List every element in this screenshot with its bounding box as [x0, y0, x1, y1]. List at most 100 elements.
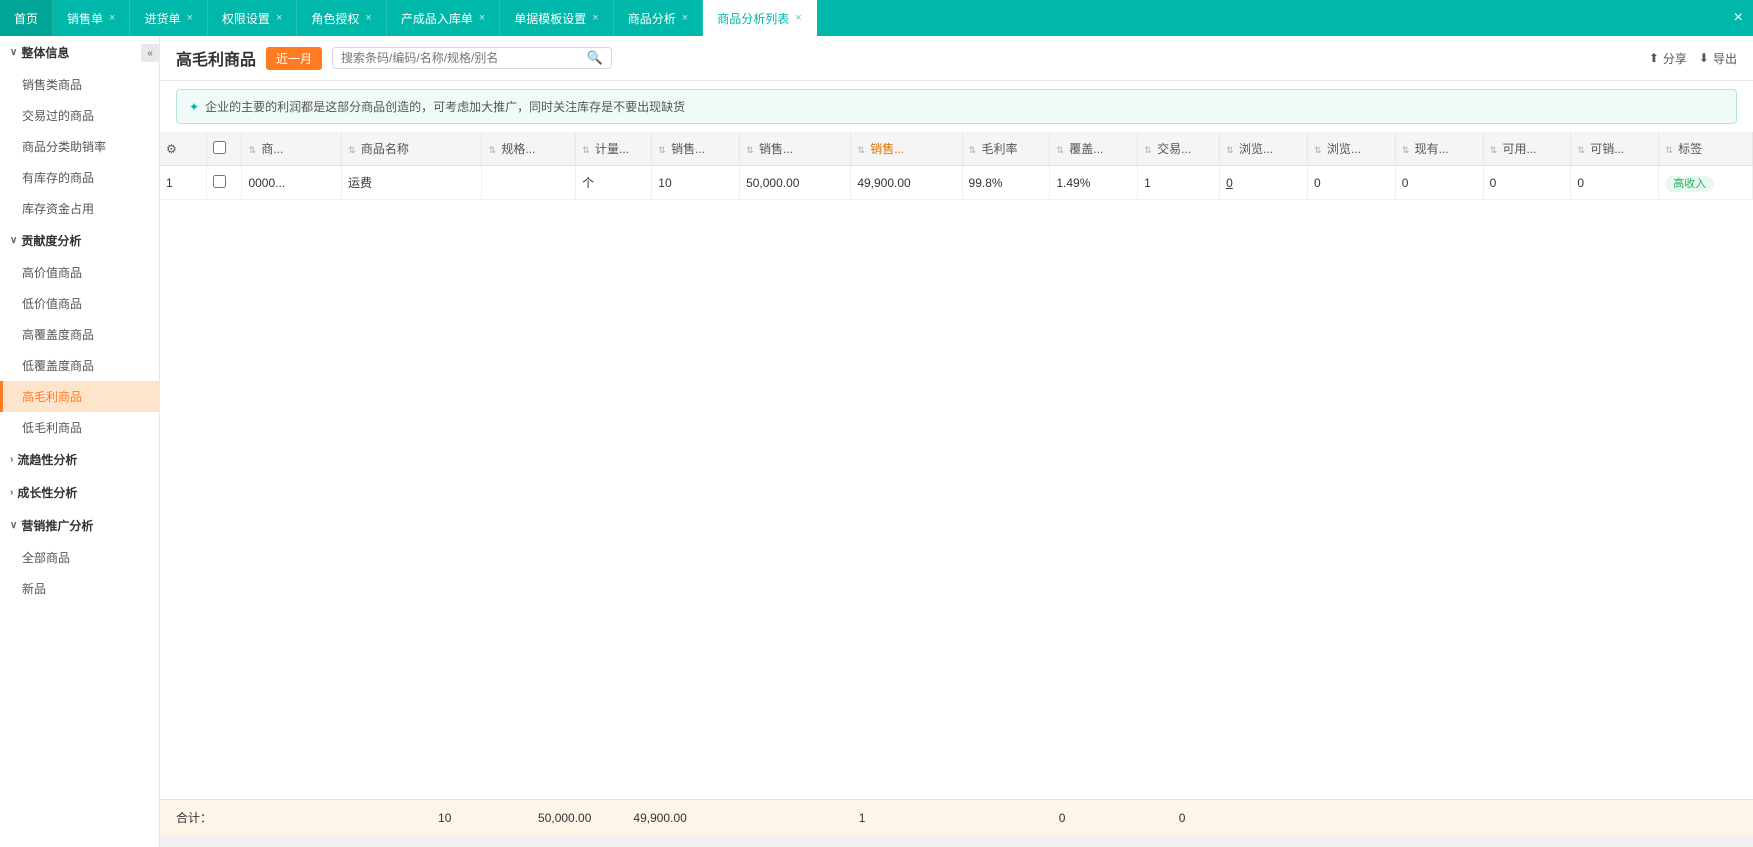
cell-browse1[interactable]: 0	[1220, 166, 1308, 200]
sidebar-group-overall[interactable]: ∨ 整体信息	[0, 36, 159, 69]
col-index: ⚙	[160, 132, 207, 166]
sort-icon: ⇅	[857, 145, 865, 155]
col-current-stock[interactable]: ⇅ 现有...	[1395, 132, 1483, 166]
cell-sales-amount: 50,000.00	[740, 166, 851, 200]
sort-icon: ⇅	[1314, 145, 1322, 155]
select-all-checkbox[interactable]	[213, 141, 226, 154]
share-button[interactable]: ⬆ 分享	[1649, 50, 1687, 67]
col-unit[interactable]: ⇅ 计量...	[576, 132, 652, 166]
footer-label: 合计：	[176, 809, 212, 826]
close-template-tab[interactable]: ×	[592, 12, 598, 24]
search-input[interactable]	[341, 51, 587, 65]
col-name[interactable]: ⇅ 商品名称	[341, 132, 482, 166]
close-analysis-list-tab[interactable]: ×	[795, 12, 801, 24]
nav-item-template[interactable]: 单据模板设置 ×	[500, 0, 613, 36]
sort-icon: ⇅	[1402, 145, 1410, 155]
cell-available: 0	[1483, 166, 1571, 200]
main-layout: « ∨ 整体信息 销售类商品 交易过的商品 商品分类助销率 有库存的商品 库存资…	[0, 36, 1753, 847]
settings-icon[interactable]: ⚙	[166, 142, 177, 156]
col-coverage[interactable]: ⇅ 覆盖...	[1050, 132, 1138, 166]
search-box: 🔍	[332, 47, 612, 69]
nav-item-inbound[interactable]: 产成品入库单 ×	[387, 0, 500, 36]
close-analysis-tab[interactable]: ×	[682, 12, 688, 24]
search-icon[interactable]: 🔍	[587, 50, 603, 66]
cell-gross-margin: 99.8%	[962, 166, 1050, 200]
col-available[interactable]: ⇅ 可用...	[1483, 132, 1571, 166]
sidebar-item-low-value[interactable]: 低价值商品	[0, 288, 159, 319]
footer-available: 0	[1173, 811, 1233, 825]
close-permissions-tab[interactable]: ×	[276, 12, 282, 24]
close-sales-tab[interactable]: ×	[109, 12, 115, 24]
col-sales-qty[interactable]: ⇅ 销售...	[652, 132, 740, 166]
sidebar-item-all-goods[interactable]: 全部商品	[0, 542, 159, 573]
close-inbound-tab[interactable]: ×	[479, 12, 485, 24]
sort-icon: ⇅	[248, 145, 256, 155]
arrow-icon: ∨	[10, 235, 17, 246]
tag-badge: 高收入	[1665, 176, 1714, 192]
nav-item-permissions[interactable]: 权限设置 ×	[208, 0, 297, 36]
sidebar-item-category-rate[interactable]: 商品分类助销率	[0, 131, 159, 162]
sidebar-item-high-coverage[interactable]: 高覆盖度商品	[0, 319, 159, 350]
sidebar-collapse-button[interactable]: «	[141, 44, 159, 62]
col-trade[interactable]: ⇅ 交易...	[1138, 132, 1220, 166]
col-browse1[interactable]: ⇅ 浏览...	[1220, 132, 1308, 166]
arrow-icon: ∨	[10, 47, 17, 58]
nav-item-purchase[interactable]: 进货单 ×	[130, 0, 207, 36]
cell-index: 1	[160, 166, 207, 200]
row-checkbox[interactable]	[213, 175, 226, 188]
close-roles-tab[interactable]: ×	[365, 12, 371, 24]
col-tag[interactable]: ⇅ 标签	[1659, 132, 1753, 166]
top-navigation: 首页 销售单 × 进货单 × 权限设置 × 角色授权 × 产成品入库单 × 单据…	[0, 0, 1753, 36]
browse1-link[interactable]: 0	[1226, 176, 1233, 190]
cell-checkbox	[207, 166, 242, 200]
cell-code: 0000...	[242, 166, 342, 200]
sidebar-group-marketing[interactable]: ∨ 营销推广分析	[0, 509, 159, 542]
col-gross-margin[interactable]: ⇅ 毛利率	[962, 132, 1050, 166]
col-sellable[interactable]: ⇅ 可销...	[1571, 132, 1659, 166]
cell-coverage: 1.49%	[1050, 166, 1138, 200]
col-code[interactable]: ⇅ 商...	[242, 132, 342, 166]
close-all-tabs[interactable]: ×	[1734, 9, 1743, 27]
sort-icon: ⇅	[969, 145, 977, 155]
sidebar-group-contribution[interactable]: ∨ 贡献度分析	[0, 224, 159, 257]
col-sales-amount[interactable]: ⇅ 销售...	[740, 132, 851, 166]
nav-item-analysis[interactable]: 商品分析 ×	[614, 0, 703, 36]
data-table: ⚙ ⇅ 商... ⇅ 商品名称	[160, 132, 1753, 200]
sidebar-item-sales-goods[interactable]: 销售类商品	[0, 69, 159, 100]
sidebar-item-in-stock[interactable]: 有库存的商品	[0, 162, 159, 193]
footer-current-stock: 0	[1053, 811, 1113, 825]
arrow-icon: ›	[10, 487, 13, 498]
footer-trade: 1	[853, 811, 913, 825]
sidebar-item-high-margin[interactable]: 高毛利商品	[0, 381, 159, 412]
sidebar-item-traded-goods[interactable]: 交易过的商品	[0, 100, 159, 131]
close-purchase-tab[interactable]: ×	[186, 12, 192, 24]
nav-item-analysis-list[interactable]: 商品分析列表 ×	[703, 0, 816, 36]
sidebar-group-trend[interactable]: › 流趋性分析	[0, 443, 159, 476]
nav-item-roles[interactable]: 角色授权 ×	[297, 0, 386, 36]
nav-item-home[interactable]: 首页	[0, 0, 53, 36]
horizontal-scrollbar[interactable]	[160, 835, 1753, 847]
sidebar-item-low-margin[interactable]: 低毛利商品	[0, 412, 159, 443]
sidebar: « ∨ 整体信息 销售类商品 交易过的商品 商品分类助销率 有库存的商品 库存资…	[0, 36, 160, 847]
col-spec[interactable]: ⇅ 规格...	[482, 132, 576, 166]
sort-icon: ⇅	[1577, 145, 1585, 155]
scroll-inner	[160, 841, 1753, 842]
sidebar-group-growth[interactable]: › 成长性分析	[0, 476, 159, 509]
sidebar-item-low-coverage[interactable]: 低覆盖度商品	[0, 350, 159, 381]
col-browse2[interactable]: ⇅ 浏览...	[1307, 132, 1395, 166]
sort-icon: ⇅	[488, 145, 496, 155]
page-title: 高毛利商品	[176, 46, 256, 70]
col-checkbox	[207, 132, 242, 166]
col-sales-profit[interactable]: ⇅ 销售...	[851, 132, 962, 166]
export-button[interactable]: ⬇ 导出	[1699, 50, 1737, 67]
footer-sales-profit: 49,900.00	[627, 811, 692, 825]
content-header: 高毛利商品 近一月 🔍 ⬆ 分享 ⬇ 导出	[160, 36, 1753, 81]
sidebar-item-high-value[interactable]: 高价值商品	[0, 257, 159, 288]
sidebar-item-stock-capital[interactable]: 库存资金占用	[0, 193, 159, 224]
sidebar-item-new-goods[interactable]: 新品	[0, 573, 159, 604]
header-actions: ⬆ 分享 ⬇ 导出	[1649, 50, 1737, 67]
sort-icon: ⇅	[348, 145, 356, 155]
table-wrapper[interactable]: ⚙ ⇅ 商... ⇅ 商品名称	[160, 132, 1753, 799]
period-button[interactable]: 近一月	[266, 47, 322, 70]
nav-item-sales[interactable]: 销售单 ×	[53, 0, 130, 36]
